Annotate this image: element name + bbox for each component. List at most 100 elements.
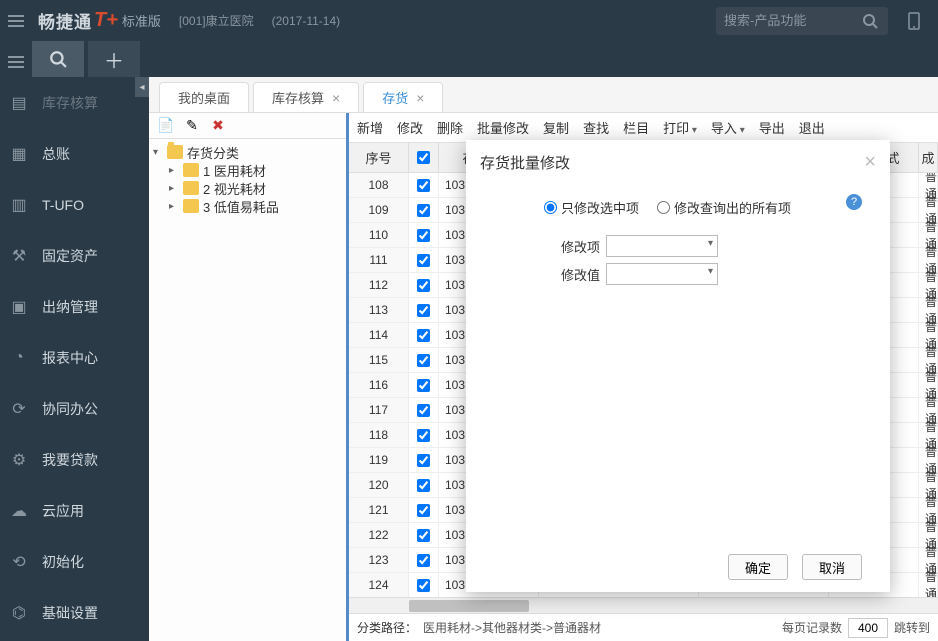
- tree-toggle-icon[interactable]: ▸: [169, 183, 179, 194]
- cell-seq: 109: [349, 198, 409, 222]
- tree-root[interactable]: ▾ 存货分类: [153, 143, 342, 161]
- modal-body: ? 只修改选中项 修改查询出的所有项 修改项 修改值: [466, 184, 890, 542]
- toolbar-新增[interactable]: 新增: [357, 118, 383, 137]
- tab-1[interactable]: 库存核算×: [253, 82, 359, 112]
- org-label: [001]康立医院: [179, 12, 254, 29]
- sidebar-item-5[interactable]: ◔报表中心: [0, 332, 149, 383]
- cancel-button[interactable]: 取消: [802, 554, 862, 580]
- cell-check[interactable]: [409, 348, 439, 372]
- cell-seq: 117: [349, 398, 409, 422]
- cell-check[interactable]: [409, 298, 439, 322]
- cell-check[interactable]: [409, 523, 439, 547]
- cell-check[interactable]: [409, 573, 439, 597]
- cell-check[interactable]: [409, 398, 439, 422]
- tree-toggle-icon[interactable]: ▾: [153, 147, 163, 158]
- radio-selected-only[interactable]: 只修改选中项: [544, 198, 639, 217]
- cell-seq: 108: [349, 173, 409, 197]
- toolbar-删除[interactable]: 删除: [437, 118, 463, 137]
- grid-hscrollbar[interactable]: [349, 597, 938, 613]
- cell-check[interactable]: [409, 498, 439, 522]
- sidebar-item-3[interactable]: ⚒固定资产: [0, 230, 149, 281]
- toolbar-退出[interactable]: 退出: [799, 118, 825, 137]
- value-select[interactable]: [606, 263, 718, 285]
- toolbar-search-button[interactable]: [32, 41, 84, 77]
- cell-check[interactable]: [409, 273, 439, 297]
- close-icon[interactable]: ×: [864, 151, 876, 174]
- cell-check[interactable]: [409, 248, 439, 272]
- nav-icon: ⚙: [8, 449, 30, 471]
- cell-check[interactable]: [409, 448, 439, 472]
- hamburger-icon-2[interactable]: [0, 41, 32, 82]
- nav-icon: ▥: [8, 194, 30, 216]
- cell-check[interactable]: [409, 198, 439, 222]
- search-icon[interactable]: [856, 7, 884, 35]
- toolbar-导出[interactable]: 导出: [759, 118, 785, 137]
- toolbar-栏目[interactable]: 栏目: [623, 118, 649, 137]
- tree-new-icon[interactable]: 📄: [157, 117, 175, 135]
- pagesize-input[interactable]: [848, 618, 888, 638]
- field-select[interactable]: [606, 235, 718, 257]
- sidebar-item-9[interactable]: ⟲初始化: [0, 536, 149, 587]
- tab-0[interactable]: 我的桌面: [159, 82, 249, 112]
- tree-edit-icon[interactable]: ✎: [183, 117, 201, 135]
- tab-2[interactable]: 存货 ×: [363, 82, 443, 112]
- col-last[interactable]: 成: [919, 143, 938, 172]
- mobile-icon[interactable]: [898, 7, 930, 35]
- nav-icon: ⟳: [8, 398, 30, 420]
- cell-check[interactable]: [409, 323, 439, 347]
- tab-close-icon[interactable]: ×: [416, 90, 424, 106]
- sidebar-item-6[interactable]: ⟳ 协同办公: [0, 383, 149, 434]
- cell-seq: 112: [349, 273, 409, 297]
- sidebar-item-4[interactable]: ▣出纳管理: [0, 281, 149, 332]
- tree-node-0[interactable]: ▸1 医用耗材: [169, 161, 342, 179]
- radio-all-results[interactable]: 修改查询出的所有项: [657, 198, 791, 217]
- toolbar-打印[interactable]: 打印: [663, 118, 697, 137]
- nav-icon: ▦: [8, 143, 30, 165]
- col-checkall[interactable]: [409, 143, 439, 172]
- tree-node-2[interactable]: ▸3 低值易耗品: [169, 197, 342, 215]
- sidebar-item-8[interactable]: ☁云应用: [0, 485, 149, 536]
- tab-close-icon[interactable]: ×: [332, 90, 340, 106]
- toolbar-导入[interactable]: 导入: [711, 118, 745, 137]
- sidebar-item-1[interactable]: ▦总账: [0, 128, 149, 179]
- nav-label: 初始化: [42, 552, 84, 572]
- sidebar-collapse-icon[interactable]: ◂: [135, 77, 149, 97]
- cell-seq: 113: [349, 298, 409, 322]
- folder-icon: [183, 181, 199, 195]
- tree-node-1[interactable]: ▸2 视光耗材: [169, 179, 342, 197]
- toolbar-批量修改[interactable]: 批量修改: [477, 118, 529, 137]
- cell-check[interactable]: [409, 473, 439, 497]
- cell-check[interactable]: [409, 373, 439, 397]
- check-all[interactable]: [417, 151, 430, 164]
- toolbar-查找[interactable]: 查找: [583, 118, 609, 137]
- cell-check[interactable]: [409, 173, 439, 197]
- tree-delete-icon[interactable]: ✖: [209, 117, 227, 135]
- sidebar-item-7[interactable]: ⚙我要贷款: [0, 434, 149, 485]
- folder-icon: [183, 163, 199, 177]
- help-icon[interactable]: ?: [846, 194, 862, 210]
- cell-check[interactable]: [409, 548, 439, 572]
- sidebar-item-2[interactable]: ▥T-UFO: [0, 179, 149, 230]
- tab-label: 存货: [382, 88, 408, 107]
- tabs-bar: 我的桌面库存核算× 存货 ×: [149, 77, 938, 113]
- nav-icon: ⌬: [8, 602, 30, 624]
- pagesize-label: 每页记录数: [782, 619, 842, 636]
- cell-seq: 115: [349, 348, 409, 372]
- toolbar-add-button[interactable]: ＋: [88, 41, 140, 77]
- search-input[interactable]: [716, 13, 856, 28]
- col-seq[interactable]: 序号: [349, 143, 409, 172]
- logo: 畅捷通 T+ 标准版: [38, 8, 161, 33]
- ok-button[interactable]: 确定: [728, 554, 788, 580]
- hamburger-icon[interactable]: [0, 0, 32, 41]
- sidebar-item-10[interactable]: ⌬基础设置: [0, 587, 149, 638]
- toolbar-修改[interactable]: 修改: [397, 118, 423, 137]
- tree-toggle-icon[interactable]: ▸: [169, 201, 179, 212]
- modal-header: 存货批量修改 ×: [466, 140, 890, 184]
- tree-toggle-icon[interactable]: ▸: [169, 165, 179, 176]
- cell-check[interactable]: [409, 223, 439, 247]
- sidebar-item-0[interactable]: ▤库存核算: [0, 77, 149, 128]
- toolbar-复制[interactable]: 复制: [543, 118, 569, 137]
- cell-check[interactable]: [409, 423, 439, 447]
- nav-label: 协同办公: [42, 399, 98, 419]
- nav-icon: ☁: [8, 500, 30, 522]
